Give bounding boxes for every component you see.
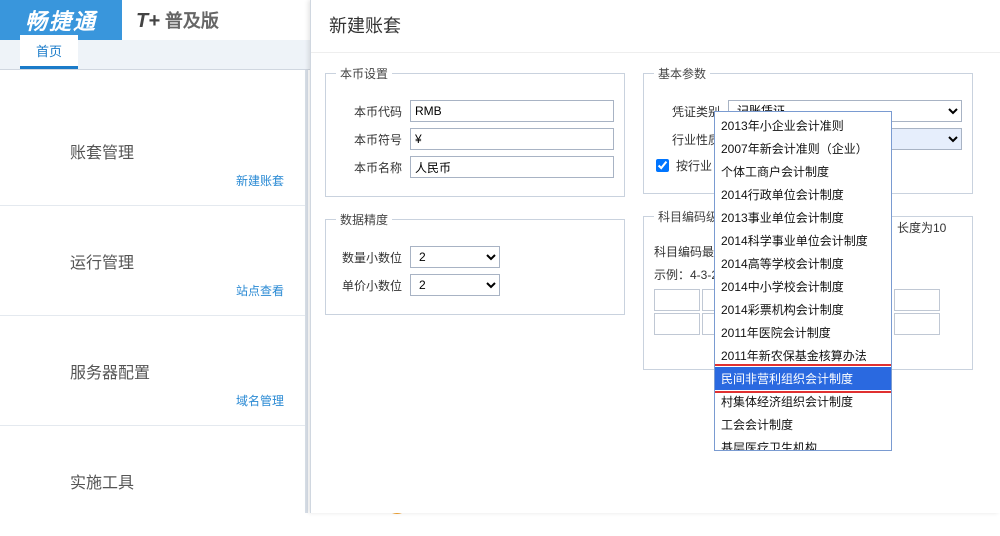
price-decimals-select[interactable]: 2 <box>410 274 500 296</box>
fieldset-legend: 数据精度 <box>336 211 392 228</box>
industry-dropdown-list[interactable]: 2013年小企业会计准则2007年新会计准则（企业）个体工商户会计制度2014行… <box>714 111 892 451</box>
voucher-type-label: 凭证类别 <box>654 103 720 120</box>
industry-option[interactable]: 工会会计制度 <box>715 413 891 436</box>
new-account-dialog: 新建账套 本币设置 本币代码 本币符号 本币名称 <box>310 0 1000 513</box>
currency-name-input[interactable] <box>410 156 614 178</box>
sidebar-item-account[interactable]: 账套管理 新建账套 <box>0 96 305 206</box>
industry-option[interactable]: 2014行政单位会计制度 <box>715 183 891 206</box>
currency-fieldset: 本币设置 本币代码 本币符号 本币名称 <box>325 65 625 197</box>
preset-by-industry-label: 按行业 <box>676 157 712 174</box>
industry-option[interactable]: 2011年医院会计制度 <box>715 321 891 344</box>
dialog-title: 新建账套 <box>311 0 1000 53</box>
encoding-length-hint: 长度为10 <box>897 219 946 236</box>
encoding-cell[interactable] <box>654 289 700 311</box>
currency-code-input[interactable] <box>410 100 614 122</box>
encoding-cell[interactable] <box>894 289 940 311</box>
industry-option[interactable]: 村集体经济组织会计制度 <box>715 390 891 413</box>
sidebar-link-site-view[interactable]: 站点查看 <box>236 282 284 299</box>
fieldset-legend: 基本参数 <box>654 65 710 82</box>
currency-symbol-input[interactable] <box>410 128 614 150</box>
sidebar-item-label: 运行管理 <box>70 249 134 273</box>
sidebar-item-label: 服务器配置 <box>70 359 150 383</box>
brand-logo: 畅捷通 <box>0 0 122 40</box>
currency-code-label: 本币代码 <box>336 103 402 120</box>
sidebar-item-runtime[interactable]: 运行管理 站点查看 <box>0 206 305 316</box>
industry-option[interactable]: 2014科学事业单位会计制度 <box>715 229 891 252</box>
currency-name-label: 本币名称 <box>336 159 402 176</box>
price-decimals-label: 单价小数位 <box>336 277 402 294</box>
encoding-cell[interactable] <box>654 313 700 335</box>
sidebar-item-tools[interactable]: 实施工具 <box>0 426 305 536</box>
industry-option[interactable]: 2011年新农保基金核算办法 <box>715 344 891 367</box>
qty-decimals-select[interactable]: 2 <box>410 246 500 268</box>
currency-symbol-label: 本币符号 <box>336 131 402 148</box>
main-area: 账套管理 新建账套 运行管理 站点查看 服务器配置 域名管理 实施工具 新建账套… <box>0 70 1000 513</box>
industry-option[interactable]: 基层医疗卫生机构 <box>715 436 891 451</box>
preset-by-industry-checkbox[interactable] <box>656 159 669 172</box>
tab-home[interactable]: 首页 <box>20 35 78 69</box>
industry-option[interactable]: 2014高等学校会计制度 <box>715 252 891 275</box>
industry-option[interactable]: 2007年新会计准则（企业） <box>715 137 891 160</box>
encoding-cell[interactable] <box>894 313 940 335</box>
sidebar: 账套管理 新建账套 运行管理 站点查看 服务器配置 域名管理 实施工具 <box>0 70 308 513</box>
sidebar-link-new-account[interactable]: 新建账套 <box>236 172 284 189</box>
industry-label: 行业性质 <box>654 131 720 148</box>
industry-option[interactable]: 2014彩票机构会计制度 <box>715 298 891 321</box>
product-label: T+ 普及版 <box>136 7 219 33</box>
sidebar-link-domain[interactable]: 域名管理 <box>236 392 284 409</box>
sidebar-item-label: 账套管理 <box>70 139 134 163</box>
fieldset-legend: 本币设置 <box>336 65 392 82</box>
industry-option[interactable]: 个体工商户会计制度 <box>715 160 891 183</box>
industry-option[interactable]: 2013事业单位会计制度 <box>715 206 891 229</box>
industry-option[interactable]: 2013年小企业会计准则 <box>715 114 891 137</box>
industry-option[interactable]: 民间非营利组织会计制度 <box>715 367 891 390</box>
sidebar-item-label: 实施工具 <box>70 469 134 493</box>
precision-fieldset: 数据精度 数量小数位 2 单价小数位 2 <box>325 211 625 315</box>
industry-option[interactable]: 2014中小学校会计制度 <box>715 275 891 298</box>
sidebar-item-server[interactable]: 服务器配置 域名管理 <box>0 316 305 426</box>
qty-decimals-label: 数量小数位 <box>336 249 402 266</box>
